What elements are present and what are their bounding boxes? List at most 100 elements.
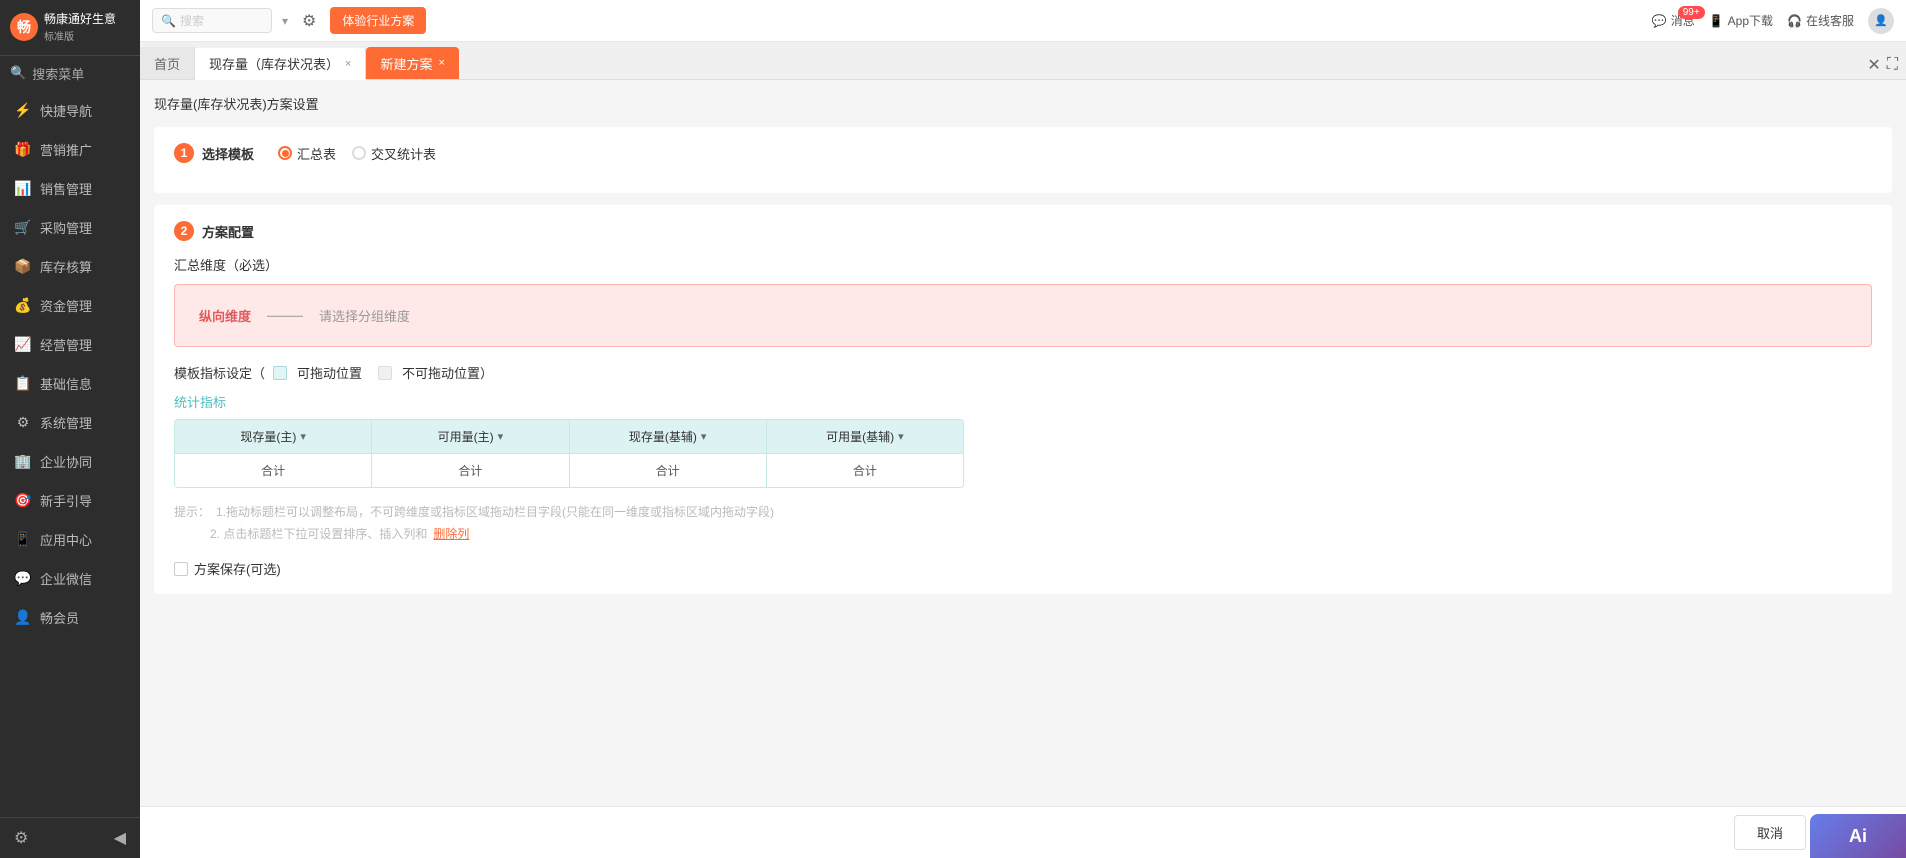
tip-2: 2. 点击标题栏下拉可设置排序、插入列和 删除列 [210, 524, 1872, 546]
sidebar-item-inventory[interactable]: 📦 库存核算 [0, 247, 140, 286]
sales-icon: 📊 [14, 179, 32, 197]
app-subtitle: 标准版 [44, 28, 116, 43]
sidebar-item-system[interactable]: ⚙ 系统管理 [0, 403, 140, 442]
logo-icon: 畅 [10, 13, 38, 41]
topbar: 🔍 搜索 ▾ ⚙ 体验行业方案 💬 消息 99+ 📱 App下载 🎧 在线客服 … [140, 0, 1906, 42]
user-avatar[interactable]: 👤 [1868, 8, 1894, 34]
sidebar-item-label: 应用中心 [40, 530, 92, 549]
messages-btn[interactable]: 💬 消息 99+ [1652, 12, 1695, 29]
tab-inventory-close[interactable]: × [345, 58, 351, 70]
online-service-btn[interactable]: 🎧 在线客服 [1787, 12, 1854, 29]
sidebar-nav: ⚡ 快捷导航 🎁 营销推广 📊 销售管理 🛒 采购管理 📦 库存核算 💰 资金管… [0, 91, 140, 817]
col-current-main: 现存量(主) ▾ 合计 [175, 420, 372, 487]
col-available-aux-body: 合计 [767, 454, 963, 487]
tip-2-text: 2. 点击标题栏下拉可设置排序、插入列和 [210, 524, 427, 546]
radio-cross-circle [352, 146, 366, 160]
sidebar-item-label: 销售管理 [40, 179, 92, 198]
col-current-aux-header[interactable]: 现存量(基辅) ▾ [570, 420, 766, 454]
topbar-search[interactable]: 🔍 搜索 [152, 8, 272, 33]
sidebar-item-label: 资金管理 [40, 296, 92, 315]
sidebar-item-label: 企业微信 [40, 569, 92, 588]
sidebar-item-enterprise[interactable]: 🏢 企业协同 [0, 442, 140, 481]
sidebar-item-label: 采购管理 [40, 218, 92, 237]
col-current-main-header[interactable]: 现存量(主) ▾ [175, 420, 371, 454]
metrics-label-text: 模板指标设定（ [174, 363, 265, 382]
industry-btn[interactable]: 体验行业方案 [330, 7, 426, 34]
topbar-settings-icon[interactable]: ⚙ [302, 11, 316, 31]
sidebar-item-basic-info[interactable]: 📋 基础信息 [0, 364, 140, 403]
radio-cross[interactable]: 交叉统计表 [352, 144, 436, 163]
col-available-aux-label: 可用量(基辅) [826, 428, 894, 445]
tip-1-text: 1.拖动标题栏可以调整布局，不可跨维度或指标区域拖动栏目字段(只能在同一维度或指… [216, 502, 774, 524]
page-title: 现存量(库存状况表)方案设置 [154, 94, 1892, 113]
sidebar-item-wechat[interactable]: 💬 企业微信 [0, 559, 140, 598]
non-draggable-badge [378, 366, 392, 380]
dim-placeholder[interactable]: 请选择分组维度 [319, 306, 410, 325]
expand-tab-btn[interactable]: ⛶ [1887, 56, 1898, 74]
sidebar-item-quick-nav[interactable]: ⚡ 快捷导航 [0, 91, 140, 130]
search-label: 搜索菜单 [32, 64, 84, 83]
ai-float-button[interactable]: Ai [1810, 814, 1906, 858]
save-option: 方案保存(可选) [174, 559, 1872, 578]
message-icon: 💬 [1652, 14, 1667, 28]
close-tab-btn[interactable]: ✕ [1867, 55, 1880, 75]
message-badge: 99+ [1678, 6, 1705, 19]
app-label: App下载 [1728, 12, 1773, 29]
enterprise-icon: 🏢 [14, 452, 32, 470]
sidebar-item-marketing[interactable]: 🎁 营销推广 [0, 130, 140, 169]
sidebar-item-member[interactable]: 👤 畅会员 [0, 598, 140, 637]
topbar-right: 💬 消息 99+ 📱 App下载 🎧 在线客服 👤 [1652, 8, 1894, 34]
settings-footer-icon[interactable]: ⚙ [14, 828, 28, 848]
topbar-dropdown[interactable]: ▾ [282, 14, 288, 28]
tab-new-plan[interactable]: 新建方案 × [366, 47, 458, 79]
sidebar-item-label: 快捷导航 [40, 101, 92, 120]
save-label: 方案保存(可选) [194, 559, 281, 578]
dim-label-text: 汇总维度（必选） [174, 258, 278, 273]
sidebar-item-label: 新手引导 [40, 491, 92, 510]
search-icon: 🔍 [10, 65, 26, 81]
radio-summary[interactable]: 汇总表 [278, 144, 336, 163]
dim-box: 纵向维度 —— 请选择分组维度 [174, 284, 1872, 347]
collapse-sidebar-icon[interactable]: ◀ [114, 828, 126, 848]
headset-icon: 🎧 [1787, 14, 1802, 28]
sidebar-item-guide[interactable]: 🎯 新手引导 [0, 481, 140, 520]
stats-title: 统计指标 [174, 392, 1872, 411]
step1-card: 1 选择模板 汇总表 交叉统计表 [154, 127, 1892, 193]
col-available-main-header[interactable]: 可用量(主) ▾ [372, 420, 568, 454]
inventory-icon: 📦 [14, 257, 32, 275]
sidebar-item-finance[interactable]: 💰 资金管理 [0, 286, 140, 325]
col-current-aux: 现存量(基辅) ▾ 合计 [570, 420, 767, 487]
service-label: 在线客服 [1806, 12, 1854, 29]
app-title: 畅康通好生意 [44, 12, 116, 28]
sidebar-item-app-center[interactable]: 📱 应用中心 [0, 520, 140, 559]
tab-new-close[interactable]: × [438, 57, 444, 69]
purchase-icon: 🛒 [14, 218, 32, 236]
finance-icon: 💰 [14, 296, 32, 314]
marketing-icon: 🎁 [14, 140, 32, 158]
sidebar-item-label: 营销推广 [40, 140, 92, 159]
cancel-button[interactable]: 取消 [1734, 815, 1806, 850]
operations-icon: 📈 [14, 335, 32, 353]
tab-home[interactable]: 首页 [140, 47, 195, 79]
delete-col-link[interactable]: 删除列 [433, 524, 469, 546]
sidebar-item-sales[interactable]: 📊 销售管理 [0, 169, 140, 208]
col-current-aux-label: 现存量(基辅) [629, 428, 697, 445]
sidebar-item-label: 系统管理 [40, 413, 92, 432]
tab-inventory-status[interactable]: 现存量（库存状况表） × [195, 48, 366, 80]
save-checkbox[interactable] [174, 562, 188, 576]
page-body: 现存量(库存状况表)方案设置 1 选择模板 汇总表 交叉统计表 [140, 80, 1906, 806]
basic-info-icon: 📋 [14, 374, 32, 392]
app-download-btn[interactable]: 📱 App下载 [1709, 12, 1773, 29]
radio-summary-circle [278, 146, 292, 160]
draggable-badge [273, 366, 287, 380]
col-available-aux-header[interactable]: 可用量(基辅) ▾ [767, 420, 963, 454]
sidebar-item-operations[interactable]: 📈 经营管理 [0, 325, 140, 364]
ai-label: Ai [1849, 826, 1867, 847]
wechat-icon: 💬 [14, 569, 32, 587]
tip-prefix: 提示： [174, 502, 210, 524]
metrics-table: 现存量(主) ▾ 合计 可用量(主) ▾ 合计 [174, 419, 964, 488]
sidebar-item-purchase[interactable]: 🛒 采购管理 [0, 208, 140, 247]
tab-home-label: 首页 [154, 54, 180, 73]
sidebar-search[interactable]: 🔍 搜索菜单 [0, 56, 140, 91]
sidebar-item-label: 基础信息 [40, 374, 92, 393]
